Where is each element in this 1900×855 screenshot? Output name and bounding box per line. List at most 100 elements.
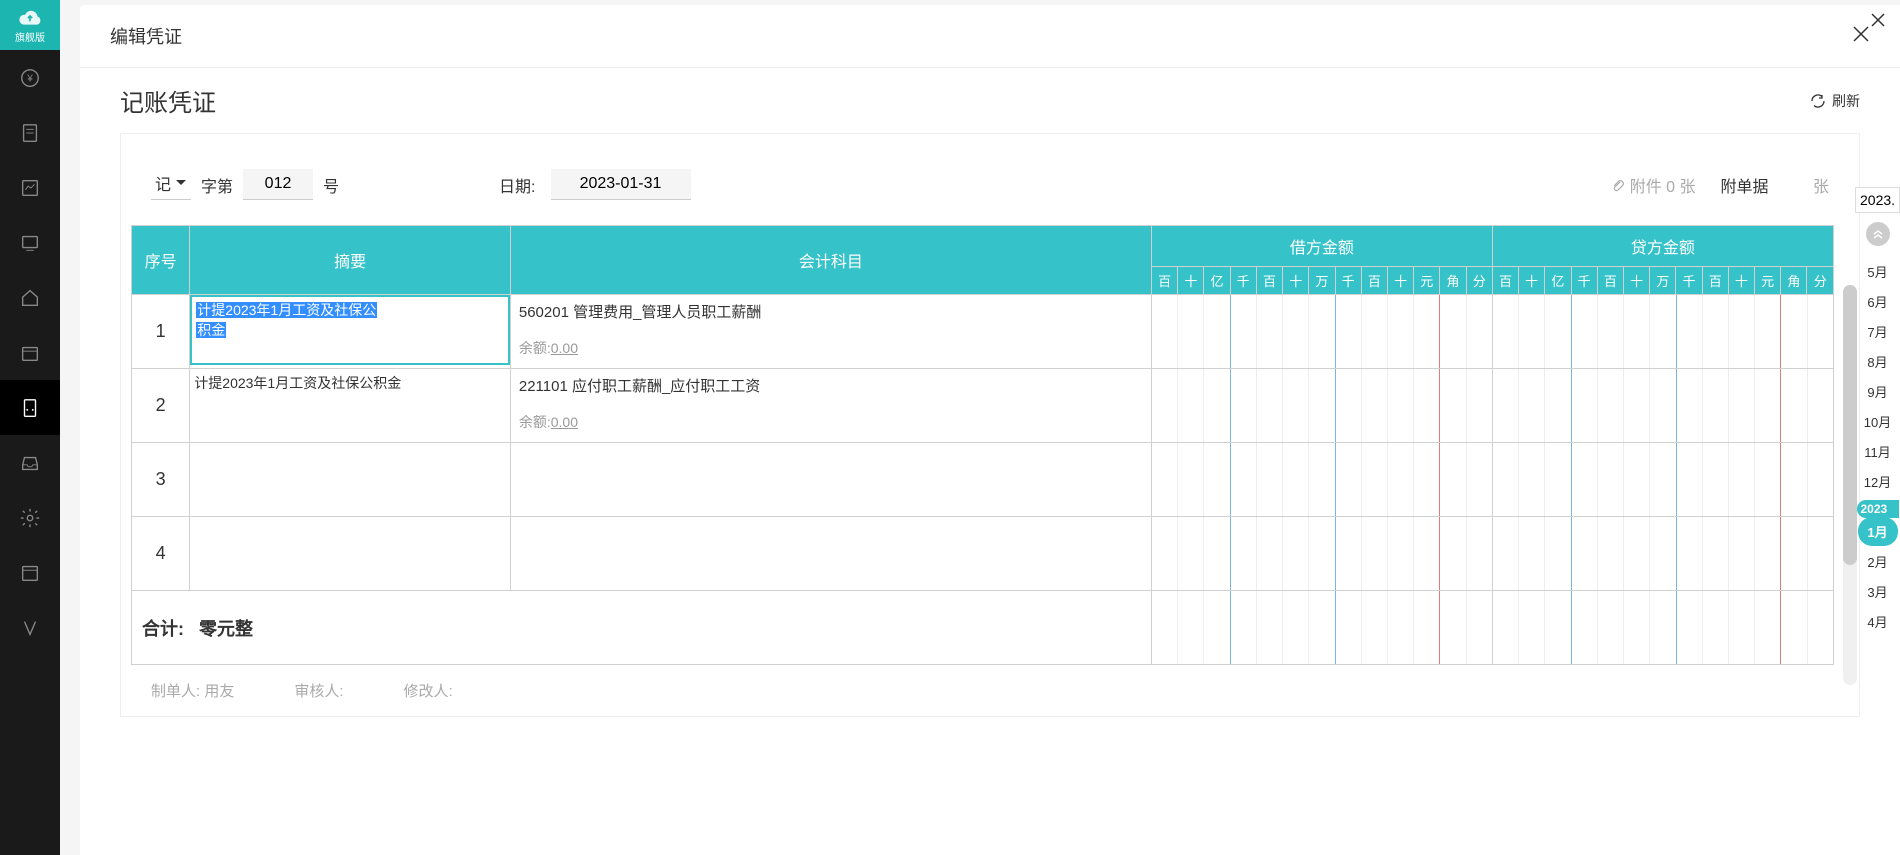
nav-item-8[interactable] bbox=[0, 435, 60, 490]
account-cell[interactable] bbox=[510, 443, 1151, 517]
month-item[interactable]: 6月 bbox=[1858, 287, 1898, 316]
du-c-7: 千 bbox=[1676, 267, 1702, 295]
table-row: 2 计提2023年1月工资及社保公积金 221101 应付职工薪酬_应付职工工资… bbox=[132, 369, 1834, 443]
debit-cell[interactable] bbox=[1152, 443, 1493, 517]
debit-cell[interactable] bbox=[1152, 295, 1493, 369]
nav-item-5[interactable] bbox=[0, 270, 60, 325]
paperclip-icon bbox=[1610, 178, 1624, 192]
du-d-11: 角 bbox=[1440, 267, 1466, 295]
du-d-3: 千 bbox=[1230, 267, 1256, 295]
account-name: 560201 管理费用_管理人员职工薪酬 bbox=[519, 301, 1143, 322]
month-item[interactable]: 7月 bbox=[1858, 317, 1898, 346]
signature-row: 制单人: 用友 审核人: 修改人: bbox=[121, 665, 1859, 716]
nav-item-11[interactable] bbox=[0, 600, 60, 655]
credit-cell[interactable] bbox=[1492, 443, 1833, 517]
modal-title: 编辑凭证 bbox=[110, 23, 182, 49]
du-c-2: 亿 bbox=[1545, 267, 1571, 295]
nav-item-9[interactable] bbox=[0, 490, 60, 545]
right-close-button[interactable] bbox=[1863, 5, 1893, 35]
du-c-6: 万 bbox=[1650, 267, 1676, 295]
total-debit bbox=[1152, 591, 1493, 665]
year-input[interactable] bbox=[1855, 187, 1900, 213]
summary-cell[interactable]: 计提2023年1月工资及社保公积金 bbox=[190, 369, 511, 443]
attach-sheet-label: 附单据 bbox=[1721, 179, 1769, 196]
du-d-6: 万 bbox=[1309, 267, 1335, 295]
screen-icon bbox=[19, 232, 41, 254]
account-cell[interactable]: 560201 管理费用_管理人员职工薪酬 余额:0.00 bbox=[510, 295, 1151, 369]
month-item[interactable]: 10月 bbox=[1858, 407, 1898, 436]
currency-icon: ¥ bbox=[19, 67, 41, 89]
chart-icon bbox=[19, 177, 41, 199]
du-c-11: 角 bbox=[1781, 267, 1807, 295]
credit-cell[interactable] bbox=[1492, 295, 1833, 369]
du-d-9: 十 bbox=[1387, 267, 1413, 295]
th-summary: 摘要 bbox=[190, 226, 511, 295]
year-badge: 2023 bbox=[1857, 500, 1899, 518]
row-seq: 1 bbox=[132, 295, 190, 369]
auditor-label: 审核人: bbox=[294, 680, 343, 701]
du-d-4: 百 bbox=[1256, 267, 1282, 295]
debit-cell[interactable] bbox=[1152, 517, 1493, 591]
debit-cell[interactable] bbox=[1152, 369, 1493, 443]
th-debit: 借方金额 bbox=[1152, 226, 1493, 267]
du-c-5: 十 bbox=[1623, 267, 1649, 295]
summary-cell[interactable] bbox=[190, 443, 511, 517]
month-item[interactable]: 8月 bbox=[1858, 347, 1898, 376]
nav-item-6[interactable] bbox=[0, 325, 60, 380]
box-icon bbox=[19, 342, 41, 364]
nav-item-1[interactable]: ¥ bbox=[0, 50, 60, 105]
credit-cell[interactable] bbox=[1492, 369, 1833, 443]
creator-label: 制单人: bbox=[151, 683, 200, 700]
main-area: 友 编辑凭证 记账凭证 刷新 bbox=[60, 0, 1900, 855]
refresh-button[interactable]: 刷新 bbox=[1810, 91, 1860, 111]
account-cell[interactable] bbox=[510, 517, 1151, 591]
balance-value: 0.00 bbox=[551, 340, 578, 356]
attachment-link[interactable]: 附件 0 张 bbox=[1610, 173, 1696, 197]
nav-item-4[interactable] bbox=[0, 215, 60, 270]
voucher-date-input[interactable] bbox=[551, 169, 691, 200]
modal-header: 编辑凭证 bbox=[80, 5, 1900, 68]
voucher-type-select[interactable]: 记 bbox=[151, 169, 191, 200]
th-account: 会计科目 bbox=[510, 226, 1151, 295]
summary-cell-editing[interactable]: 计提2023年1月工资及社保公积金 bbox=[190, 295, 511, 369]
month-item[interactable]: 12月 bbox=[1858, 467, 1898, 496]
month-item[interactable]: 3月 bbox=[1858, 577, 1898, 606]
voucher-meta-row: 记 字第 号 日期: bbox=[121, 134, 1859, 225]
row-seq: 4 bbox=[132, 517, 190, 591]
credit-cell[interactable] bbox=[1492, 517, 1833, 591]
balance-label: 余额: bbox=[519, 340, 551, 356]
th-credit: 贷方金额 bbox=[1492, 226, 1833, 267]
chevron-double-up-icon bbox=[1872, 229, 1884, 239]
month-item[interactable]: 9月 bbox=[1858, 377, 1898, 406]
du-c-0: 百 bbox=[1492, 267, 1518, 295]
account-cell[interactable]: 221101 应付职工薪酬_应付职工工资 余额:0.00 bbox=[510, 369, 1151, 443]
month-item[interactable]: 11月 bbox=[1858, 437, 1898, 466]
table-row: 1 计提2023年1月工资及社保公积金 560201 管理费用_管理人员职工薪酬… bbox=[132, 295, 1834, 369]
voucher-type-label: 记 bbox=[155, 171, 171, 195]
collapse-button[interactable] bbox=[1866, 222, 1890, 246]
month-item-active[interactable]: 1月 bbox=[1858, 517, 1898, 546]
total-cell: 合计: 零元整 bbox=[132, 591, 1152, 665]
total-credit bbox=[1492, 591, 1833, 665]
calendar-icon bbox=[19, 562, 41, 584]
nav-item-2[interactable] bbox=[0, 105, 60, 160]
month-item[interactable]: 4月 bbox=[1858, 607, 1898, 636]
nav-item-3[interactable] bbox=[0, 160, 60, 215]
summary-selected-text-2: 积金 bbox=[196, 322, 226, 338]
nav-item-7-active[interactable] bbox=[0, 380, 60, 435]
summary-cell[interactable] bbox=[190, 517, 511, 591]
du-c-10: 元 bbox=[1755, 267, 1781, 295]
summary-editor[interactable]: 计提2023年1月工资及社保公积金 bbox=[190, 295, 510, 365]
month-item[interactable]: 2月 bbox=[1858, 547, 1898, 576]
du-d-1: 十 bbox=[1178, 267, 1204, 295]
voucher-number-input[interactable] bbox=[243, 169, 313, 200]
du-c-9: 十 bbox=[1728, 267, 1754, 295]
month-item[interactable]: 5月 bbox=[1858, 257, 1898, 286]
house-icon bbox=[19, 287, 41, 309]
th-seq: 序号 bbox=[132, 226, 190, 295]
calc-icon bbox=[19, 397, 41, 419]
nav-item-10[interactable] bbox=[0, 545, 60, 600]
gear-icon bbox=[19, 507, 41, 529]
du-d-8: 百 bbox=[1361, 267, 1387, 295]
du-d-12: 分 bbox=[1466, 267, 1492, 295]
